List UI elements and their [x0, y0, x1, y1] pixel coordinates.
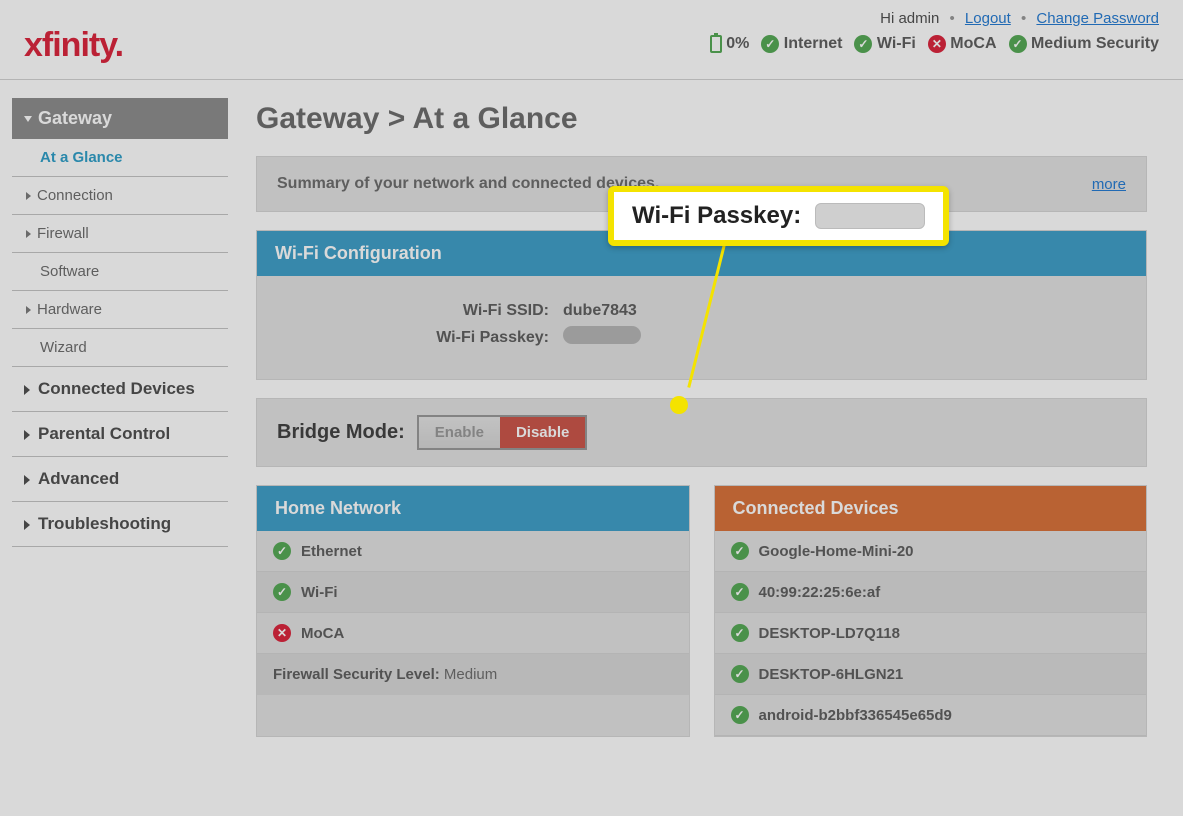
wifi-config-panel: Wi-Fi Configuration Wi-Fi SSID: dube7843…	[256, 230, 1147, 380]
callout-dot	[670, 396, 688, 414]
sidebar-item-advanced[interactable]: Advanced	[12, 457, 228, 502]
bridge-disable-button[interactable]: Disable	[500, 417, 585, 448]
status-internet: ✓ Internet	[761, 35, 842, 53]
firewall-value: Medium	[444, 666, 497, 683]
home-network-title: Home Network	[257, 486, 689, 531]
connected-device-item: ✓DESKTOP-6HLGN21	[715, 654, 1147, 695]
status-wifi: ✓ Wi-Fi	[854, 35, 915, 53]
check-icon: ✓	[731, 665, 749, 683]
wifi-ssid-label: Wi-Fi SSID:	[257, 302, 557, 320]
two-column-row: Home Network ✓Ethernet ✓Wi-Fi ✕MoCA Fire…	[256, 485, 1147, 737]
sidebar-item-troubleshooting[interactable]: Troubleshooting	[12, 502, 228, 547]
sidebar: Gateway At a Glance Connection Firewall …	[0, 80, 228, 737]
summary-text: Summary of your network and connected de…	[277, 175, 659, 193]
connected-devices-panel: Connected Devices ✓Google-Home-Mini-20 ✓…	[714, 485, 1148, 737]
separator: •	[949, 10, 954, 27]
page-title: Gateway > At a Glance	[256, 102, 1147, 136]
connected-device-item: ✓DESKTOP-LD7Q118	[715, 613, 1147, 654]
home-network-item-ethernet: ✓Ethernet	[257, 531, 689, 572]
status-row: 0% ✓ Internet ✓ Wi-Fi ✕ MoCA ✓ Medium Se…	[710, 35, 1159, 53]
logout-link[interactable]: Logout	[965, 10, 1011, 27]
status-security: ✓ Medium Security	[1009, 35, 1159, 53]
caret-down-icon	[24, 116, 32, 122]
home-network-panel: Home Network ✓Ethernet ✓Wi-Fi ✕MoCA Fire…	[256, 485, 690, 737]
sidebar-item-parental-control[interactable]: Parental Control	[12, 412, 228, 457]
check-icon: ✓	[731, 583, 749, 601]
bridge-mode-panel: Bridge Mode: Enable Disable	[256, 398, 1147, 467]
check-icon: ✓	[731, 542, 749, 560]
sidebar-item-connected-devices[interactable]: Connected Devices	[12, 367, 228, 412]
battery-icon	[710, 35, 722, 53]
bridge-enable-button[interactable]: Enable	[419, 417, 500, 448]
connected-devices-title: Connected Devices	[715, 486, 1147, 531]
caret-right-icon	[24, 385, 30, 395]
home-network-item-moca: ✕MoCA	[257, 613, 689, 654]
redacted-passkey	[563, 326, 641, 344]
callout-passkey: Wi-Fi Passkey:	[608, 186, 949, 246]
battery-status: 0%	[710, 35, 749, 53]
callout-redacted	[815, 203, 925, 229]
battery-pct: 0%	[726, 35, 749, 52]
check-icon: ✓	[1009, 35, 1027, 53]
wifi-ssid-value: dube7843	[557, 302, 637, 320]
connected-device-item: ✓40:99:22:25:6e:af	[715, 572, 1147, 613]
check-icon: ✓	[761, 35, 779, 53]
sidebar-item-wizard[interactable]: Wizard	[12, 329, 228, 367]
greeting-text: Hi admin	[880, 10, 939, 27]
check-icon: ✓	[273, 542, 291, 560]
more-link[interactable]: more	[1092, 176, 1126, 193]
bridge-mode-label: Bridge Mode:	[277, 421, 405, 444]
logo: xfinity.	[24, 26, 123, 65]
change-password-link[interactable]: Change Password	[1036, 10, 1159, 27]
caret-right-icon	[26, 230, 31, 238]
bridge-mode-toggle: Enable Disable	[417, 415, 588, 450]
check-icon: ✓	[854, 35, 872, 53]
check-icon: ✓	[731, 706, 749, 724]
header-right: Hi admin • Logout • Change Password 0% ✓…	[710, 10, 1159, 53]
check-icon: ✓	[731, 624, 749, 642]
caret-right-icon	[26, 192, 31, 200]
header: xfinity. Hi admin • Logout • Change Pass…	[0, 0, 1183, 80]
sidebar-item-connection[interactable]: Connection	[12, 177, 228, 215]
main: Gateway At a Glance Connection Firewall …	[0, 80, 1183, 737]
callout-label: Wi-Fi Passkey:	[632, 202, 801, 230]
separator: •	[1021, 10, 1026, 27]
connected-device-item: ✓android-b2bbf336545e65d9	[715, 695, 1147, 736]
status-moca: ✕ MoCA	[928, 35, 997, 53]
sidebar-item-software[interactable]: Software	[12, 253, 228, 291]
firewall-label: Firewall Security Level:	[273, 666, 440, 683]
sidebar-item-hardware[interactable]: Hardware	[12, 291, 228, 329]
sidebar-item-firewall[interactable]: Firewall	[12, 215, 228, 253]
wifi-passkey-value	[557, 326, 641, 349]
wifi-passkey-label: Wi-Fi Passkey:	[257, 329, 557, 347]
x-icon: ✕	[928, 35, 946, 53]
caret-right-icon	[26, 306, 31, 314]
firewall-security-row: Firewall Security Level: Medium	[257, 654, 689, 695]
header-links: Hi admin • Logout • Change Password	[710, 10, 1159, 27]
sidebar-group-gateway[interactable]: Gateway	[12, 98, 228, 139]
caret-right-icon	[24, 520, 30, 530]
caret-right-icon	[24, 475, 30, 485]
home-network-item-wifi: ✓Wi-Fi	[257, 572, 689, 613]
content: Gateway > At a Glance Summary of your ne…	[228, 80, 1183, 737]
connected-device-item: ✓Google-Home-Mini-20	[715, 531, 1147, 572]
sidebar-item-at-a-glance[interactable]: At a Glance	[12, 139, 228, 177]
x-icon: ✕	[273, 624, 291, 642]
wifi-ssid-row: Wi-Fi SSID: dube7843	[257, 302, 1146, 320]
check-icon: ✓	[273, 583, 291, 601]
caret-right-icon	[24, 430, 30, 440]
